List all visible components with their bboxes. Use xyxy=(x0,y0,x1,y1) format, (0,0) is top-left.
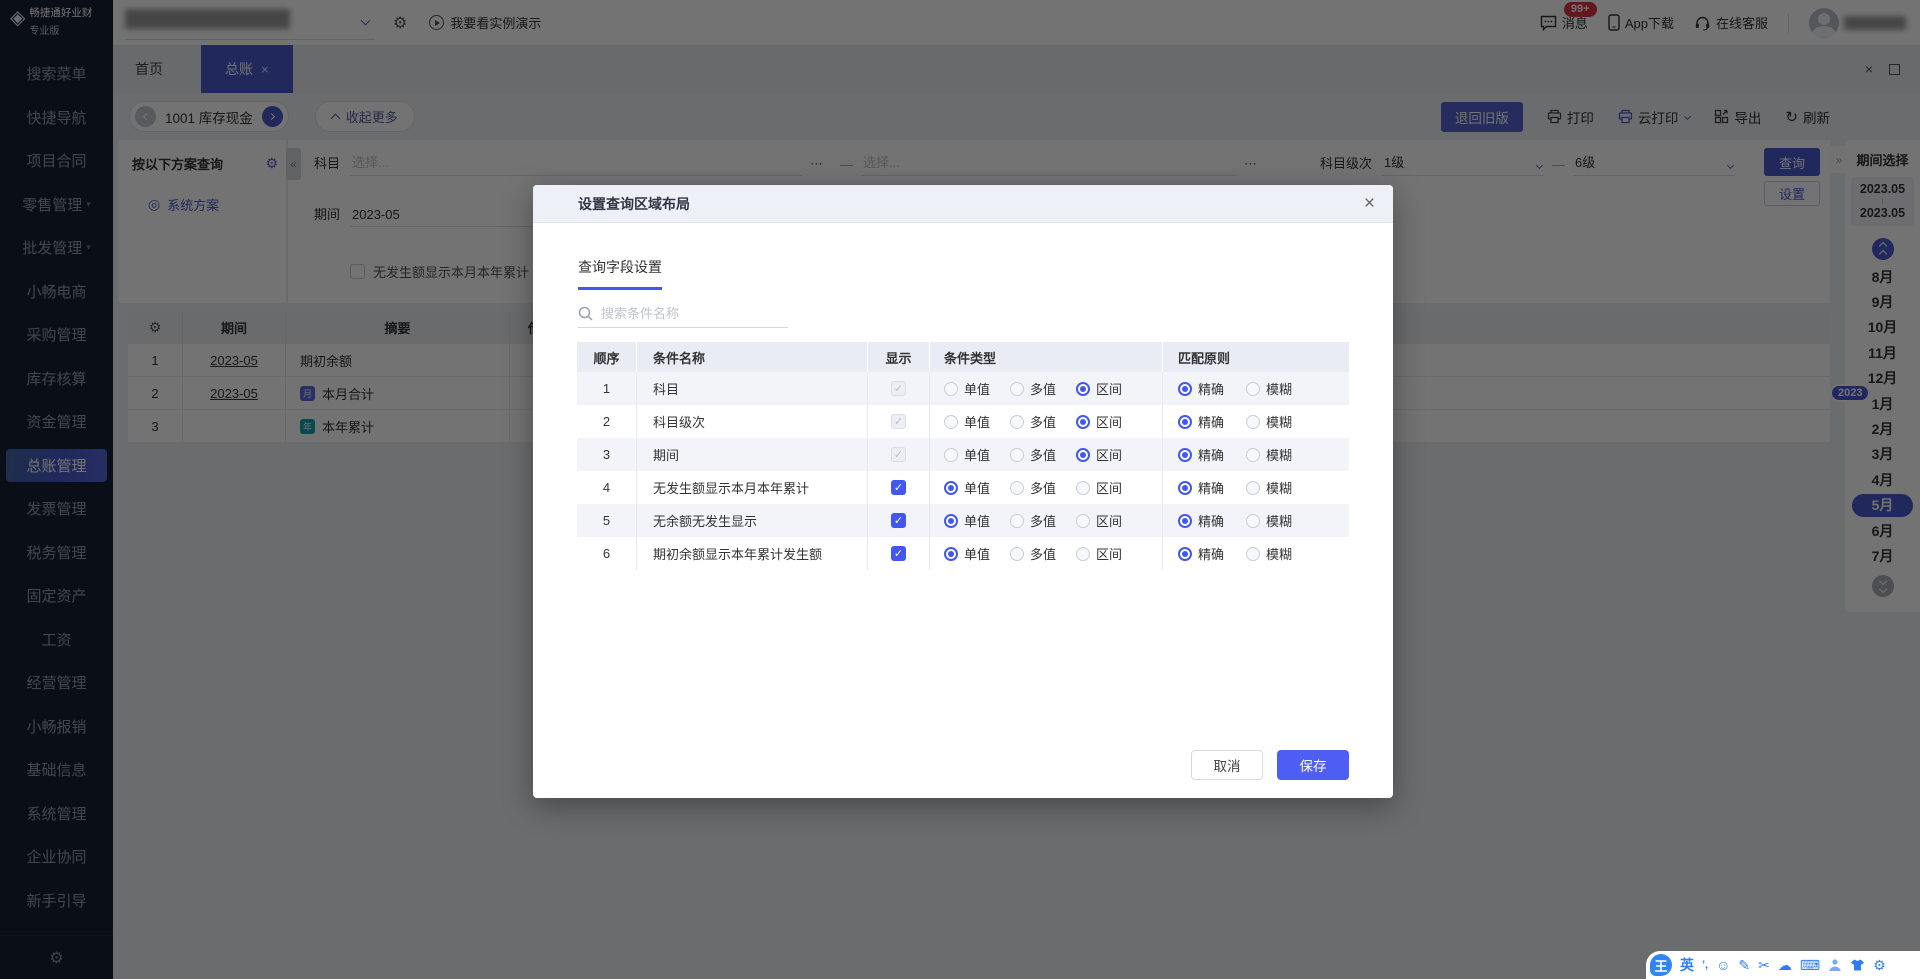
radio-exact[interactable]: 精确 xyxy=(1178,379,1224,398)
ime-toolbar: 王 英 ’, ☺ ✎ ✂ ☁ ⌨ ⚙ xyxy=(1646,951,1920,979)
table-row: 2 科目级次 ✓ 单值 多值 区间 精确 模糊 xyxy=(577,405,1349,438)
keyboard-icon[interactable]: ⌨ xyxy=(1800,958,1820,972)
check-icon: ✓ xyxy=(893,416,904,428)
condition-table-header: 顺序 条件名称 显示 条件类型 匹配原则 xyxy=(577,342,1349,372)
radio-single-value[interactable]: 单值 xyxy=(944,511,990,530)
radio-multi-value[interactable]: 多值 xyxy=(1010,478,1056,497)
radio-single-value[interactable]: 单值 xyxy=(944,478,990,497)
search-input[interactable] xyxy=(601,306,761,321)
radio-multi-value[interactable]: 多值 xyxy=(1010,511,1056,530)
radio-fuzzy[interactable]: 模糊 xyxy=(1246,379,1292,398)
person-icon[interactable] xyxy=(1828,958,1842,972)
check-icon: ✓ xyxy=(893,548,904,560)
ime-language-toggle[interactable]: 英 xyxy=(1680,958,1694,972)
display-checkbox[interactable]: ✓ xyxy=(891,513,906,528)
search-icon xyxy=(578,306,593,321)
ime-logo-icon[interactable]: 王 xyxy=(1650,954,1672,976)
check-icon: ✓ xyxy=(893,449,904,461)
cloud-icon[interactable]: ☁ xyxy=(1778,958,1792,972)
cancel-button[interactable]: 取消 xyxy=(1191,750,1263,780)
check-icon: ✓ xyxy=(893,482,904,494)
radio-exact[interactable]: 精确 xyxy=(1178,412,1224,431)
display-checkbox[interactable]: ✓ xyxy=(891,447,906,462)
radio-multi-value[interactable]: 多值 xyxy=(1010,379,1056,398)
radio-single-value[interactable]: 单值 xyxy=(944,412,990,431)
display-checkbox[interactable]: ✓ xyxy=(891,381,906,396)
radio-exact[interactable]: 精确 xyxy=(1178,478,1224,497)
emoji-icon[interactable]: ☺ xyxy=(1716,958,1730,972)
radio-multi-value[interactable]: 多值 xyxy=(1010,445,1056,464)
modal-header: 设置查询区域布局 × xyxy=(533,185,1393,223)
table-row: 3 期间 ✓ 单值 多值 区间 精确 模糊 xyxy=(577,438,1349,471)
radio-range[interactable]: 区间 xyxy=(1076,445,1122,464)
pencil-icon[interactable]: ✎ xyxy=(1738,958,1750,972)
table-row: 6 期初余额显示本年累计发生额 ✓ 单值 多值 区间 精确 模糊 xyxy=(577,537,1349,570)
radio-fuzzy[interactable]: 模糊 xyxy=(1246,544,1292,563)
check-icon: ✓ xyxy=(893,515,904,527)
radio-single-value[interactable]: 单值 xyxy=(944,445,990,464)
skin-icon[interactable] xyxy=(1850,958,1865,972)
table-row: 5 无余额无发生显示 ✓ 单值 多值 区间 精确 模糊 xyxy=(577,504,1349,537)
ime-punctuation-toggle[interactable]: ’, xyxy=(1702,959,1708,971)
modal-title: 设置查询区域布局 xyxy=(578,195,690,212)
condition-search xyxy=(578,306,788,328)
tab-query-fields[interactable]: 查询字段设置 xyxy=(578,257,662,290)
check-icon: ✓ xyxy=(893,383,904,395)
scissors-icon[interactable]: ✂ xyxy=(1758,958,1770,972)
radio-fuzzy[interactable]: 模糊 xyxy=(1246,511,1292,530)
radio-fuzzy[interactable]: 模糊 xyxy=(1246,412,1292,431)
gear-icon[interactable]: ⚙ xyxy=(1873,958,1886,972)
table-row: 4 无发生额显示本月本年累计 ✓ 单值 多值 区间 精确 模糊 xyxy=(577,471,1349,504)
close-icon[interactable]: × xyxy=(1364,194,1375,213)
radio-multi-value[interactable]: 多值 xyxy=(1010,412,1056,431)
radio-single-value[interactable]: 单值 xyxy=(944,544,990,563)
radio-exact[interactable]: 精确 xyxy=(1178,445,1224,464)
save-button[interactable]: 保存 xyxy=(1277,750,1349,780)
query-layout-modal: 设置查询区域布局 × 查询字段设置 顺序 条件名称 显示 条件类型 匹配原则 1… xyxy=(533,185,1393,798)
radio-fuzzy[interactable]: 模糊 xyxy=(1246,445,1292,464)
radio-range[interactable]: 区间 xyxy=(1076,511,1122,530)
radio-range[interactable]: 区间 xyxy=(1076,478,1122,497)
display-checkbox[interactable]: ✓ xyxy=(891,414,906,429)
display-checkbox[interactable]: ✓ xyxy=(891,480,906,495)
table-row: 1 科目 ✓ 单值 多值 区间 精确 模糊 xyxy=(577,372,1349,405)
radio-range[interactable]: 区间 xyxy=(1076,544,1122,563)
radio-multi-value[interactable]: 多值 xyxy=(1010,544,1056,563)
radio-exact[interactable]: 精确 xyxy=(1178,511,1224,530)
radio-exact[interactable]: 精确 xyxy=(1178,544,1224,563)
radio-range[interactable]: 区间 xyxy=(1076,379,1122,398)
radio-single-value[interactable]: 单值 xyxy=(944,379,990,398)
display-checkbox[interactable]: ✓ xyxy=(891,546,906,561)
condition-table: 顺序 条件名称 显示 条件类型 匹配原则 1 科目 ✓ 单值 多值 区间 精确 … xyxy=(577,342,1349,570)
radio-fuzzy[interactable]: 模糊 xyxy=(1246,478,1292,497)
radio-range[interactable]: 区间 xyxy=(1076,412,1122,431)
